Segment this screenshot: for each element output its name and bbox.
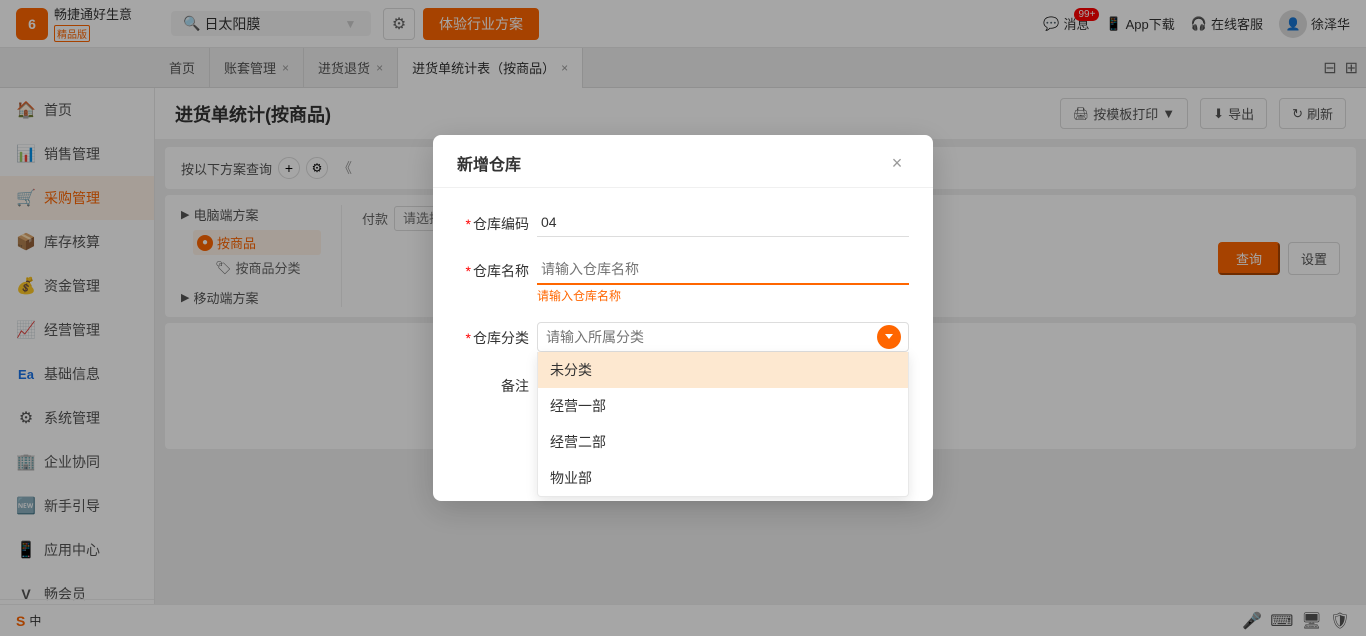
modal-overlay: 新增仓库 × 仓库编码 仓库名称 请输入仓库名称 仓库分类: [0, 0, 1366, 636]
category-dropdown: 未分类 经营一部 经营二部 物业部: [537, 352, 909, 497]
name-input[interactable]: [537, 255, 909, 285]
dropdown-item-dept2[interactable]: 经营二部: [538, 424, 908, 460]
form-row-category: 仓库分类 未分类 经营一部 经营二部 物业部: [457, 322, 909, 352]
name-error-msg: 请输入仓库名称: [537, 287, 909, 304]
form-row-name: 仓库名称 请输入仓库名称: [457, 255, 909, 304]
dialog-body: 仓库编码 仓库名称 请输入仓库名称 仓库分类: [433, 188, 933, 437]
new-warehouse-dialog: 新增仓库 × 仓库编码 仓库名称 请输入仓库名称 仓库分类: [433, 135, 933, 501]
dropdown-item-unclassified[interactable]: 未分类: [538, 352, 908, 388]
dialog-title: 新增仓库: [457, 151, 521, 175]
name-label: 仓库名称: [457, 255, 537, 281]
category-toggle-icon[interactable]: [877, 325, 901, 349]
dialog-header: 新增仓库 ×: [433, 135, 933, 188]
category-input[interactable]: [537, 322, 909, 352]
category-label: 仓库分类: [457, 322, 537, 348]
note-label: 备注: [457, 370, 537, 396]
code-label: 仓库编码: [457, 208, 537, 234]
dropdown-item-dept3[interactable]: 物业部: [538, 460, 908, 496]
code-input[interactable]: [537, 208, 909, 237]
category-select-wrap: 未分类 经营一部 经营二部 物业部: [537, 322, 909, 352]
name-input-wrap: 请输入仓库名称: [537, 255, 909, 304]
dialog-close-button[interactable]: ×: [885, 151, 909, 175]
form-row-code: 仓库编码: [457, 208, 909, 237]
dropdown-item-dept1[interactable]: 经营一部: [538, 388, 908, 424]
code-input-wrap: [537, 208, 909, 237]
